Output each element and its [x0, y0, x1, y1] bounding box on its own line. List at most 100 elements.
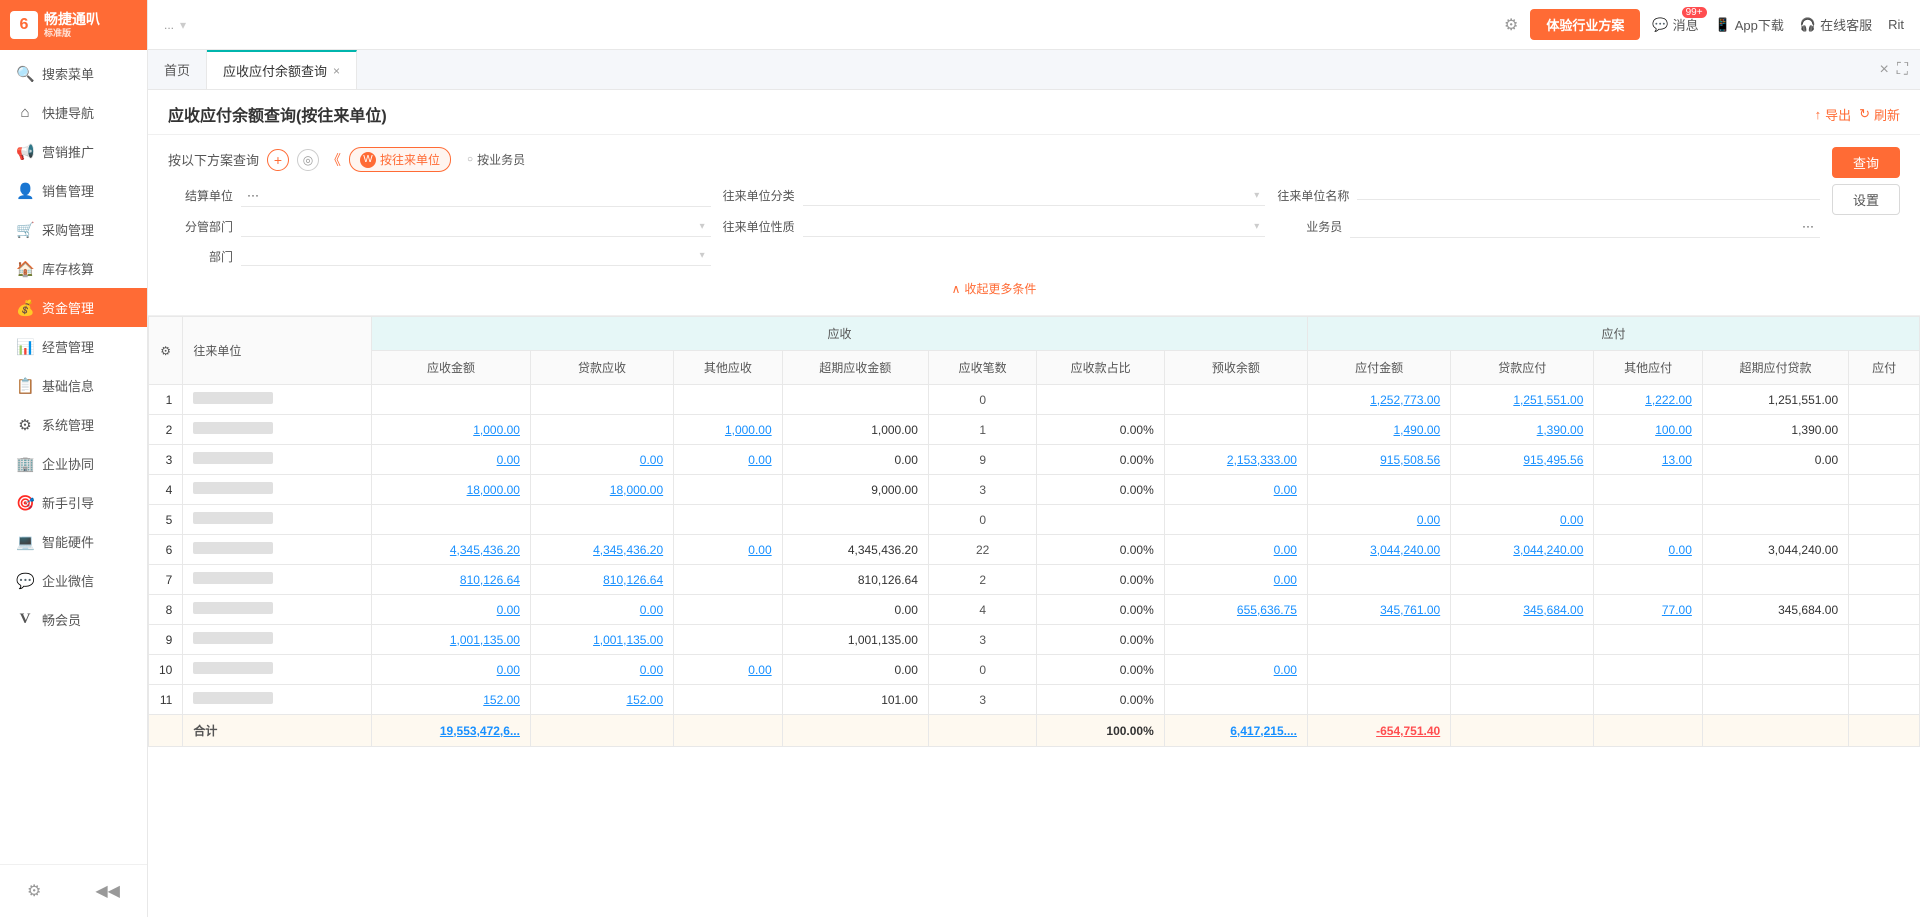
- row-ar-count: 0: [928, 655, 1037, 685]
- sidebar-item-search[interactable]: 🔍 搜索菜单: [0, 54, 147, 93]
- filter-settings-button[interactable]: 设置: [1832, 184, 1900, 215]
- row-ap-amount[interactable]: 1,490.00: [1307, 415, 1450, 445]
- row-ar-amount[interactable]: 152.00: [372, 685, 531, 715]
- row-ar-other[interactable]: 0.00: [674, 655, 783, 685]
- col-settings[interactable]: ⚙: [149, 317, 183, 385]
- footer-ar-amount[interactable]: 19,553,472,6...: [372, 715, 531, 747]
- sidebar-item-enterprise[interactable]: 🏢 企业协同: [0, 444, 147, 483]
- row-ap-amount[interactable]: 345,761.00: [1307, 595, 1450, 625]
- row-ar-loan[interactable]: 0.00: [530, 595, 673, 625]
- row-ar-count: 0: [928, 505, 1037, 535]
- promo-button[interactable]: 体验行业方案: [1530, 9, 1640, 40]
- app-download-button[interactable]: 📱 App下载: [1715, 15, 1784, 34]
- tab-home[interactable]: 首页: [148, 50, 207, 89]
- close-window-icon[interactable]: ×: [1879, 61, 1888, 79]
- dept-input[interactable]: ▾: [241, 246, 711, 266]
- salesperson-input[interactable]: ···: [1350, 215, 1820, 238]
- row-ar-amount[interactable]: 810,126.64: [372, 565, 531, 595]
- service-button[interactable]: 🎧 在线客服: [1800, 15, 1872, 34]
- filter-scheme-tag[interactable]: W 按往来单位: [349, 147, 451, 172]
- table-row: 8 0.00 0.00 0.00 4 0.00% 655,636.75 345,…: [149, 595, 1920, 625]
- row-ar-other[interactable]: 0.00: [674, 445, 783, 475]
- dept-manager-input[interactable]: ▾: [241, 217, 711, 237]
- sidebar-item-quick[interactable]: ⌂ 快捷导航: [0, 93, 147, 132]
- row-ar-loan[interactable]: 0.00: [530, 445, 673, 475]
- row-ap-other[interactable]: 77.00: [1594, 595, 1703, 625]
- row-ar-amount[interactable]: 0.00: [372, 655, 531, 685]
- row-ar-advance[interactable]: 2,153,333.00: [1164, 445, 1307, 475]
- filter-add-button[interactable]: +: [267, 149, 289, 171]
- filter-scheme-button[interactable]: ◎: [297, 149, 319, 171]
- unit-category-input[interactable]: ▾: [803, 186, 1266, 206]
- unit-name-input[interactable]: [1357, 191, 1820, 200]
- row-ar-other[interactable]: 0.00: [674, 535, 783, 565]
- row-ap-amount[interactable]: 1,252,773.00: [1307, 385, 1450, 415]
- row-ar-advance[interactable]: 0.00: [1164, 565, 1307, 595]
- row-partner-name: [183, 625, 372, 655]
- refresh-button[interactable]: ↻ 刷新: [1859, 105, 1900, 124]
- filter-option2[interactable]: ○ 按业务员: [467, 151, 525, 168]
- row-ar-advance[interactable]: 0.00: [1164, 535, 1307, 565]
- footer-ar-advance[interactable]: 6,417,215....: [1164, 715, 1307, 747]
- sidebar-item-finance[interactable]: 💰 资金管理: [0, 288, 147, 327]
- row-ar-loan[interactable]: 810,126.64: [530, 565, 673, 595]
- row-ar-advance[interactable]: 0.00: [1164, 655, 1307, 685]
- gear-icon[interactable]: ⚙: [1504, 15, 1518, 35]
- sidebar-item-inventory[interactable]: 🏠 库存核算: [0, 249, 147, 288]
- row-ar-amount[interactable]: 1,000.00: [372, 415, 531, 445]
- message-button[interactable]: 💬 消息 99+: [1652, 15, 1698, 34]
- row-ar-loan[interactable]: 0.00: [530, 655, 673, 685]
- sidebar-item-operations[interactable]: 📊 经营管理: [0, 327, 147, 366]
- sidebar-item-member[interactable]: V 畅会员: [0, 600, 147, 639]
- collapse-footer-btn[interactable]: ◀◀: [89, 875, 126, 907]
- sidebar-item-system[interactable]: ⚙ 系统管理: [0, 405, 147, 444]
- row-ap-loan[interactable]: 1,390.00: [1451, 415, 1594, 445]
- row-ar-loan[interactable]: 4,345,436.20: [530, 535, 673, 565]
- row-ar-loan[interactable]: 1,001,135.00: [530, 625, 673, 655]
- row-ap-loan[interactable]: 915,495.56: [1451, 445, 1594, 475]
- row-ar-loan[interactable]: 152.00: [530, 685, 673, 715]
- settlement-unit-input[interactable]: ···: [241, 184, 711, 207]
- sidebar-item-basic[interactable]: 📋 基础信息: [0, 366, 147, 405]
- footer-ap-amount[interactable]: -654,751.40: [1307, 715, 1450, 747]
- query-button[interactable]: 查询: [1832, 147, 1900, 178]
- row-ap-loan[interactable]: 345,684.00: [1451, 595, 1594, 625]
- row-ar-overdue: 810,126.64: [782, 565, 928, 595]
- row-ar-other: [674, 505, 783, 535]
- sidebar-item-sales[interactable]: 👤 销售管理: [0, 171, 147, 210]
- sidebar-item-purchase[interactable]: 🛒 采购管理: [0, 210, 147, 249]
- row-ar-advance[interactable]: 655,636.75: [1164, 595, 1307, 625]
- row-ar-amount[interactable]: 4,345,436.20: [372, 535, 531, 565]
- row-ap-other[interactable]: 1,222.00: [1594, 385, 1703, 415]
- row-ap-loan[interactable]: 0.00: [1451, 505, 1594, 535]
- export-button[interactable]: ↑ 导出: [1815, 105, 1852, 124]
- row-ar-amount[interactable]: 18,000.00: [372, 475, 531, 505]
- row-ap-amount[interactable]: 0.00: [1307, 505, 1450, 535]
- row-ap-loan[interactable]: 3,044,240.00: [1451, 535, 1594, 565]
- fullscreen-icon[interactable]: ⛶: [1897, 61, 1908, 79]
- row-ap-amount[interactable]: 915,508.56: [1307, 445, 1450, 475]
- sidebar-item-hardware[interactable]: 💻 智能硬件: [0, 522, 147, 561]
- row-ar-advance[interactable]: 0.00: [1164, 475, 1307, 505]
- unit-nature-input[interactable]: ▾: [803, 217, 1266, 237]
- tab-ar-query[interactable]: 应收应付余额查询 ×: [207, 50, 357, 89]
- row-ar-other[interactable]: 1,000.00: [674, 415, 783, 445]
- sidebar-item-guide[interactable]: 🎯 新手引导: [0, 483, 147, 522]
- user-avatar[interactable]: Rit: [1888, 17, 1904, 32]
- row-ap-other[interactable]: 13.00: [1594, 445, 1703, 475]
- row-ar-loan[interactable]: 18,000.00: [530, 475, 673, 505]
- row-ap-amount[interactable]: 3,044,240.00: [1307, 535, 1450, 565]
- settings-footer-btn[interactable]: ⚙: [21, 875, 47, 907]
- sidebar-item-wechat[interactable]: 💬 企业微信: [0, 561, 147, 600]
- row-ap-loan[interactable]: 1,251,551.00: [1451, 385, 1594, 415]
- row-ar-amount[interactable]: 1,001,135.00: [372, 625, 531, 655]
- collapse-more-button[interactable]: ∧ 收起更多条件: [168, 274, 1820, 303]
- tab-close-icon[interactable]: ×: [333, 64, 340, 78]
- row-ar-amount[interactable]: 0.00: [372, 595, 531, 625]
- row-ap-amount: [1307, 655, 1450, 685]
- row-ap-other[interactable]: 100.00: [1594, 415, 1703, 445]
- sidebar-item-marketing[interactable]: 📢 营销推广: [0, 132, 147, 171]
- row-ar-amount[interactable]: 0.00: [372, 445, 531, 475]
- row-ap-other[interactable]: 0.00: [1594, 535, 1703, 565]
- filter-collapse-button[interactable]: 《: [327, 150, 341, 170]
